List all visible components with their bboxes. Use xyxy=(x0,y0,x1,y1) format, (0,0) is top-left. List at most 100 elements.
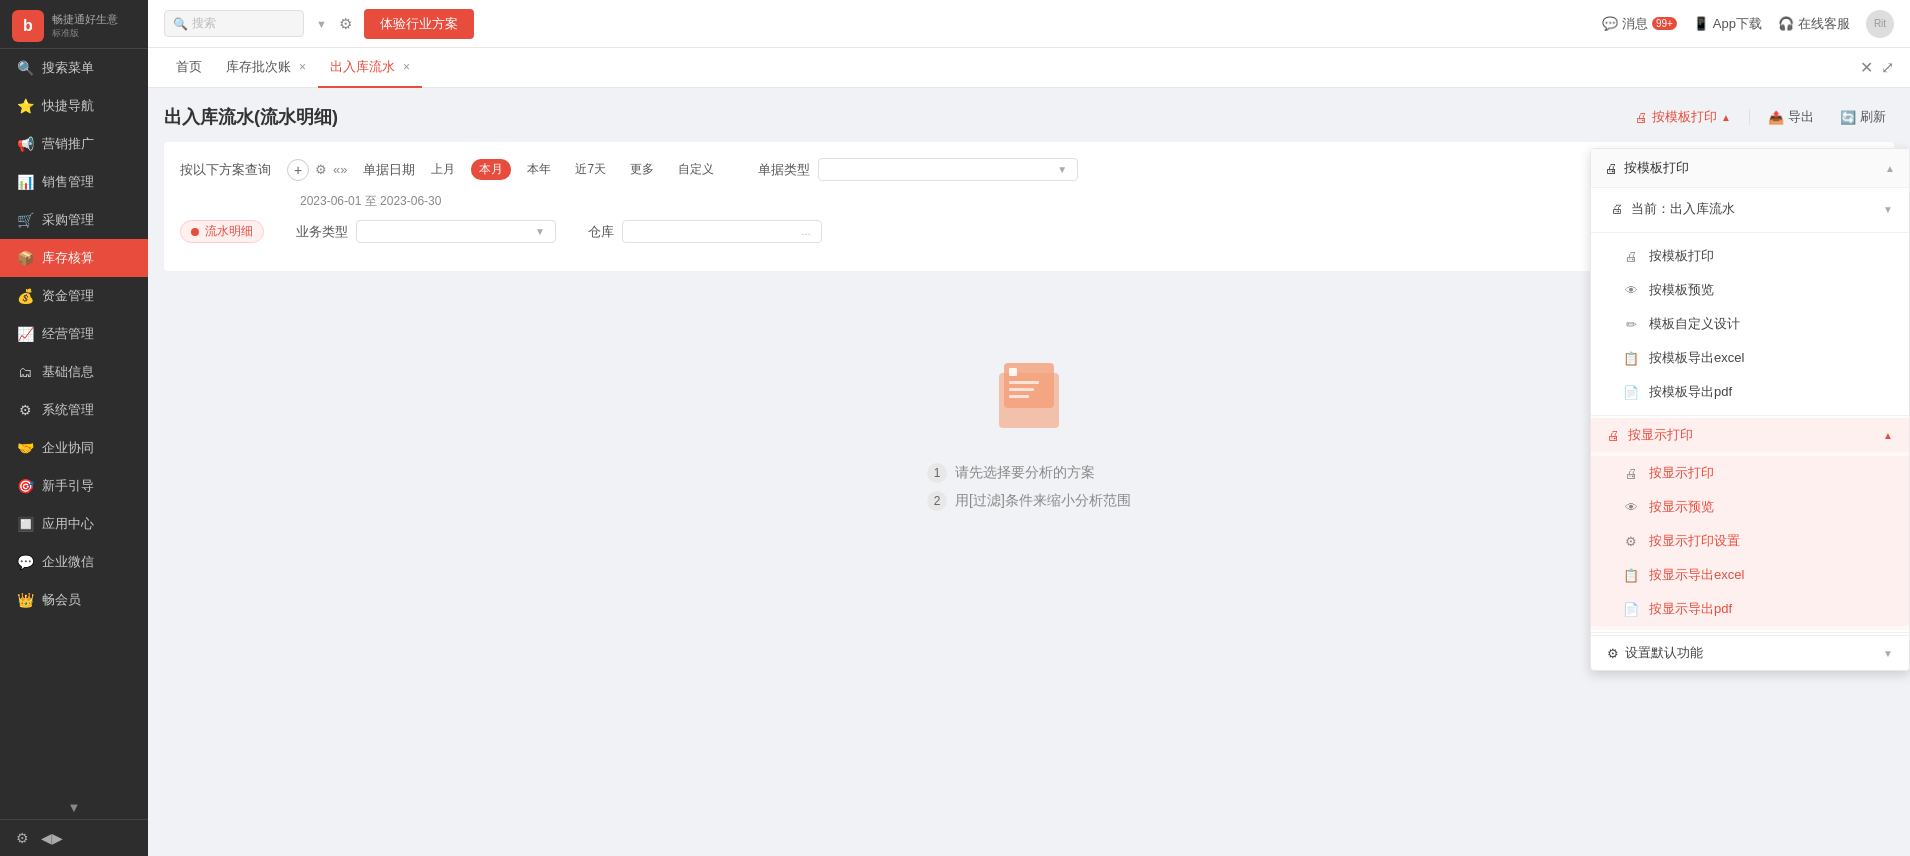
print-template-btn[interactable]: 🖨 按模板打印 ▲ xyxy=(1627,104,1739,130)
footer-label: 设置默认功能 xyxy=(1625,644,1703,662)
filter-gear-icon[interactable]: ⚙ xyxy=(315,162,327,177)
basic-icon: 🗂 xyxy=(16,363,34,381)
sidebar-item-label: 应用中心 xyxy=(42,515,94,533)
display-settings-label: 按显示打印设置 xyxy=(1649,532,1740,550)
customer-service-label: 在线客服 xyxy=(1798,15,1850,33)
sidebar-item-sales[interactable]: 📊 销售管理 xyxy=(0,163,148,201)
display-pdf-label: 按显示导出pdf xyxy=(1649,600,1732,618)
doc-type-select[interactable]: ▼ xyxy=(818,158,1078,181)
refresh-btn[interactable]: 🔄 刷新 xyxy=(1832,104,1894,130)
sidebar-scroll-down[interactable]: ▼ xyxy=(0,796,148,819)
date-btn-more[interactable]: 更多 xyxy=(622,159,662,180)
dropdown-template-pdf[interactable]: 📄 按模板导出pdf xyxy=(1591,375,1909,409)
topbar-gear-icon[interactable]: ⚙ xyxy=(339,15,352,33)
headset-icon: 🎧 xyxy=(1778,16,1794,31)
dropdown-template-excel[interactable]: 📋 按模板导出excel xyxy=(1591,341,1909,375)
sidebar-item-label: 销售管理 xyxy=(42,173,94,191)
search-icon: 🔍 xyxy=(173,17,188,31)
filter-label: 按以下方案查询 xyxy=(180,161,271,179)
display-section-header[interactable]: 🖨 按显示打印 ▲ xyxy=(1591,418,1909,452)
filter-add-btn[interactable]: + xyxy=(287,159,309,181)
guide-icon: 🎯 xyxy=(16,477,34,495)
step-2-text: 用[过滤]条件来缩小分析范围 xyxy=(955,492,1131,510)
customer-service-btn[interactable]: 🎧 在线客服 xyxy=(1778,15,1850,33)
step-1-num: 1 xyxy=(927,463,947,483)
date-btn-custom[interactable]: 自定义 xyxy=(670,159,722,180)
sidebar-item-system[interactable]: ⚙ 系统管理 xyxy=(0,391,148,429)
sidebar-item-inventory[interactable]: 📦 库存核算 xyxy=(0,239,148,277)
app-download-btn[interactable]: 📱 App下载 xyxy=(1693,15,1762,33)
vip-icon: 👑 xyxy=(16,591,34,609)
sidebar-item-finance[interactable]: 💰 资金管理 xyxy=(0,277,148,315)
tab-flow[interactable]: 出入库流水 × xyxy=(318,48,422,88)
message-badge: 99+ xyxy=(1652,17,1677,30)
app-edition: 标准版 xyxy=(52,27,118,40)
coop-icon: 🤝 xyxy=(16,439,34,457)
filter-collapse-icon[interactable]: «» xyxy=(333,162,347,177)
avatar[interactable]: Rit xyxy=(1866,10,1894,38)
sidebar-item-basic[interactable]: 🗂 基础信息 xyxy=(0,353,148,391)
sidebar-item-marketing[interactable]: 📢 营销推广 xyxy=(0,125,148,163)
tab-home[interactable]: 首页 xyxy=(164,48,214,88)
dropdown-display-settings[interactable]: ⚙ 按显示打印设置 xyxy=(1591,524,1909,558)
sidebar-item-vip[interactable]: 👑 畅会员 xyxy=(0,581,148,619)
warehouse-select[interactable]: … xyxy=(622,220,822,243)
date-btn-this-year[interactable]: 本年 xyxy=(519,159,559,180)
tab-flow-label: 出入库流水 xyxy=(330,58,395,76)
sidebar-item-wechat[interactable]: 💬 企业微信 xyxy=(0,543,148,581)
set-default-btn[interactable]: ⚙ 设置默认功能 xyxy=(1607,644,1703,662)
empty-steps: 1 请先选择要分析的方案 2 用[过滤]条件来缩小分析范围 xyxy=(927,463,1131,511)
biz-type-select[interactable]: ▼ xyxy=(356,220,556,243)
dropdown-template-custom[interactable]: ✏ 模板自定义设计 xyxy=(1591,307,1909,341)
dropdown-display-pdf[interactable]: 📄 按显示导出pdf xyxy=(1591,592,1909,626)
sidebar-item-quicknav[interactable]: ⭐ 快捷导航 xyxy=(0,87,148,125)
sidebar-item-label: 库存核算 xyxy=(42,249,94,267)
marketing-icon: 📢 xyxy=(16,135,34,153)
message-btn[interactable]: 💬 消息 99+ xyxy=(1602,15,1677,33)
industry-btn[interactable]: 体验行业方案 xyxy=(364,9,474,39)
collapse-icon[interactable]: ◀▶ xyxy=(41,830,63,846)
sidebar-item-label: 营销推广 xyxy=(42,135,94,153)
excel-icon: 📋 xyxy=(1623,567,1639,583)
sidebar-item-operation[interactable]: 📈 经营管理 xyxy=(0,315,148,353)
tab-flow-close[interactable]: × xyxy=(403,60,410,74)
current-template-text: 当前：出入库流水 xyxy=(1631,200,1735,218)
tab-batch[interactable]: 库存批次账 × xyxy=(214,48,318,88)
main-area: 🔍 搜索 ▼ ⚙ 体验行业方案 💬 消息 99+ 📱 App下载 🎧 在线客服 … xyxy=(148,0,1910,856)
date-label: 单据日期 xyxy=(363,161,415,179)
chevron-down-icon: ▼ xyxy=(316,18,327,30)
tab-batch-close[interactable]: × xyxy=(299,60,306,74)
sidebar-item-search[interactable]: 🔍 搜索菜单 xyxy=(0,49,148,87)
dropdown-display-preview[interactable]: 👁 按显示预览 xyxy=(1591,490,1909,524)
sidebar-item-guide[interactable]: 🎯 新手引导 xyxy=(0,467,148,505)
dropdown-display-excel[interactable]: 📋 按显示导出excel xyxy=(1591,558,1909,592)
dropdown-display-print[interactable]: 🖨 按显示打印 xyxy=(1591,456,1909,490)
page-title: 出入库流水(流水明细) xyxy=(164,105,338,129)
export-label: 导出 xyxy=(1788,108,1814,126)
settings-gear-icon[interactable]: ⚙ xyxy=(16,830,29,846)
topbar-search[interactable]: 🔍 搜索 xyxy=(164,10,304,37)
sidebar-item-appstore[interactable]: 🔲 应用中心 xyxy=(0,505,148,543)
sidebar-item-purchase[interactable]: 🛒 采购管理 xyxy=(0,201,148,239)
sidebar-nav: 🔍 搜索菜单 ⭐ 快捷导航 📢 营销推广 📊 销售管理 🛒 采购管理 📦 库存核… xyxy=(0,49,148,796)
filter-tag[interactable]: 流水明细 xyxy=(180,220,264,243)
print-icon: 🖨 xyxy=(1623,465,1639,481)
dropdown-header: 🖨 按模板打印 ▲ xyxy=(1591,149,1909,188)
dropdown-template-print[interactable]: 🖨 按模板打印 xyxy=(1591,239,1909,273)
dropdown-template-preview[interactable]: 👁 按模板预览 xyxy=(1591,273,1909,307)
close-window-icon[interactable]: ✕ xyxy=(1860,58,1873,77)
date-btn-7days[interactable]: 近7天 xyxy=(567,159,614,180)
display-section-title: 按显示打印 xyxy=(1628,426,1693,444)
dropdown-current-item[interactable]: 🖨 当前：出入库流水 ▼ xyxy=(1591,192,1909,226)
date-btn-this-month[interactable]: 本月 xyxy=(471,159,511,180)
sidebar-bottom: ⚙ ◀▶ xyxy=(0,819,148,856)
date-btn-last-month[interactable]: 上月 xyxy=(423,159,463,180)
export-btn[interactable]: 📤 导出 xyxy=(1760,104,1822,130)
refresh-icon: 🔄 xyxy=(1840,110,1856,125)
maximize-icon[interactable]: ⤢ xyxy=(1881,58,1894,77)
sidebar-item-coop[interactable]: 🤝 企业协同 xyxy=(0,429,148,467)
print-template-label: 按模板打印 xyxy=(1652,108,1717,126)
display-print-label: 按显示打印 xyxy=(1649,464,1714,482)
date-filter-group: 单据日期 上月 本月 本年 近7天 更多 自定义 xyxy=(363,159,722,180)
default-icon: ⚙ xyxy=(1607,646,1619,661)
